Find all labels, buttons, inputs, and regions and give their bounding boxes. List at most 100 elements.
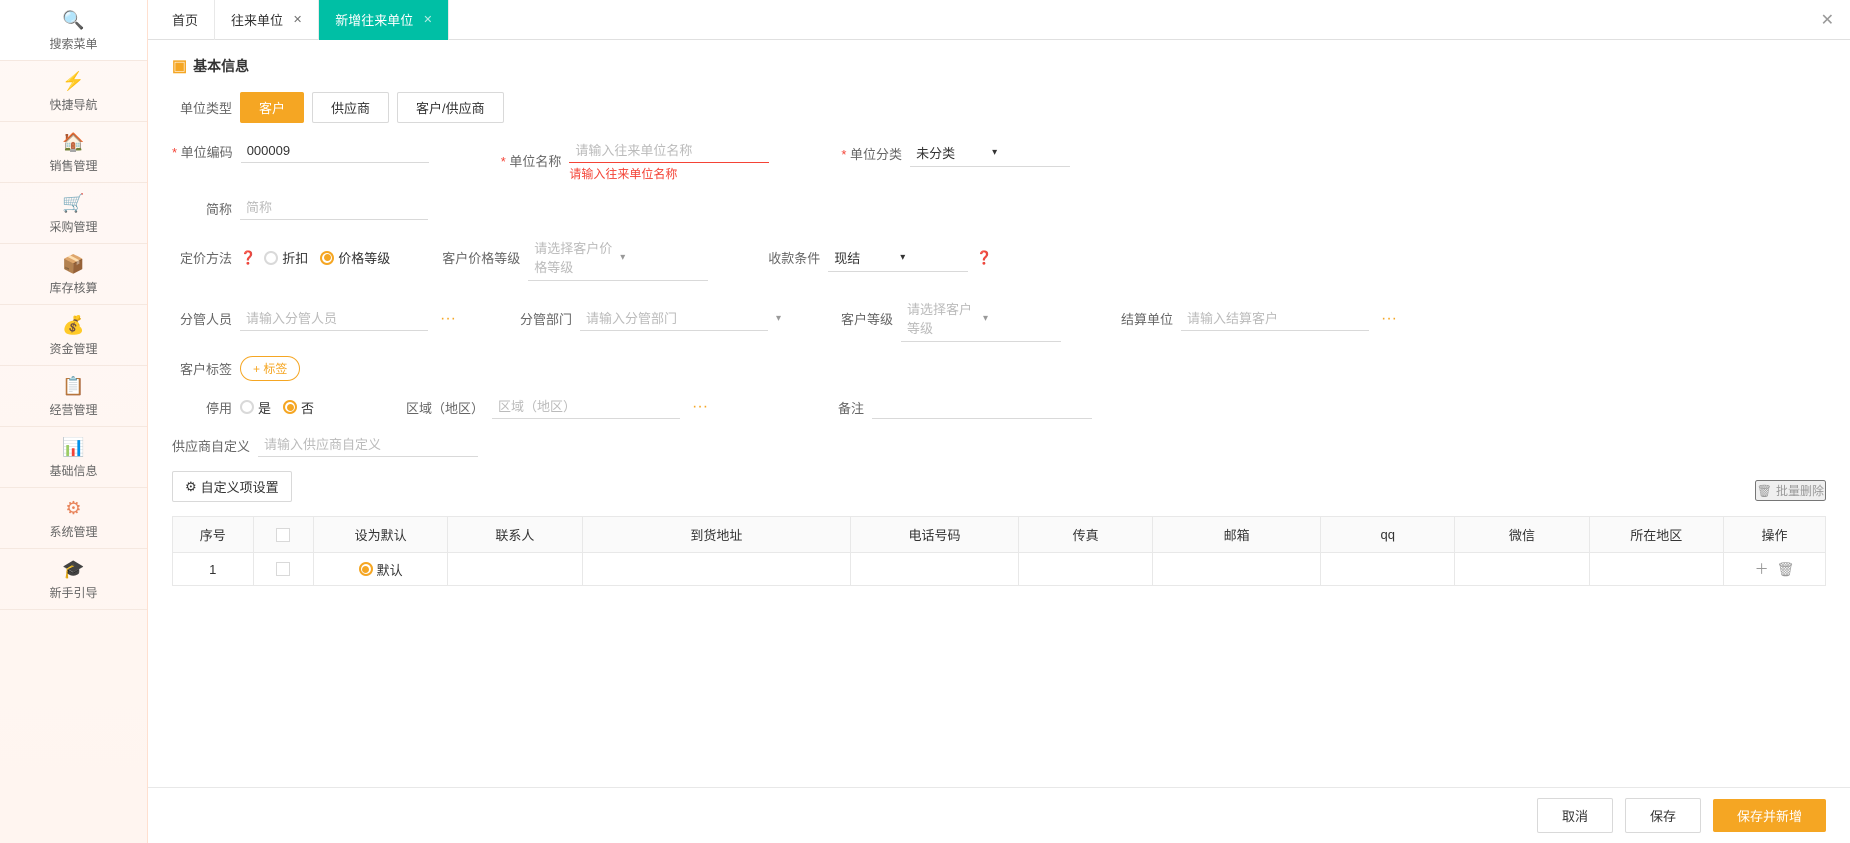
- radio-price-level[interactable]: 价格等级: [320, 248, 390, 267]
- settlement-unit-input[interactable]: [1181, 307, 1369, 331]
- main-area: 首页 往来单位 ✕ 新增往来单位 ✕ ✕ ▣ 基本信息 单位类型 客户 供应商 …: [148, 0, 1850, 843]
- sidebar-item-basic[interactable]: 📊 基础信息: [0, 427, 147, 488]
- settlement-unit-more-btn[interactable]: ···: [1377, 310, 1401, 328]
- cancel-button[interactable]: 取消: [1537, 798, 1613, 833]
- sidebar-label-basic: 基础信息: [49, 462, 97, 479]
- tab-home[interactable]: 首页: [156, 0, 215, 40]
- operation-icon: 📋: [62, 376, 84, 397]
- tab-partner-list-close[interactable]: ✕: [293, 13, 302, 26]
- short-name-input[interactable]: [240, 196, 428, 220]
- row-add-btn[interactable]: ＋: [1755, 559, 1769, 579]
- row-phone[interactable]: [851, 553, 1019, 586]
- tab-new-partner-close[interactable]: ✕: [423, 13, 432, 26]
- area-more-btn[interactable]: ···: [688, 398, 712, 416]
- sidebar-item-sales[interactable]: 🏠 销售管理: [0, 122, 147, 183]
- field-area: 区域（地区） ···: [406, 395, 712, 419]
- customer-tag-label: 客户标签: [172, 359, 232, 378]
- row-qq[interactable]: [1321, 553, 1455, 586]
- field-group-row5: 客户标签 + 标签: [172, 356, 1826, 381]
- field-group-row1: 单位编码 单位名称 请输入往来单位名称 单位分类 未分类 ▾: [172, 139, 1826, 182]
- manager-more-btn[interactable]: ···: [436, 310, 460, 328]
- field-group-row2: 简称: [172, 196, 1826, 220]
- remark-input[interactable]: [872, 395, 1092, 419]
- radio-disabled-no-label: 否: [301, 398, 314, 417]
- customer-price-level-select[interactable]: 请选择客户价格等级 ▾: [528, 234, 708, 281]
- tab-new-partner[interactable]: 新增往来单位 ✕: [319, 0, 449, 40]
- custom-settings-button[interactable]: ⚙ 自定义项设置: [172, 471, 292, 502]
- row-check: [253, 553, 313, 586]
- row-contact-input[interactable]: [458, 562, 571, 577]
- col-default-header: 设为默认: [313, 517, 447, 553]
- batch-delete-button[interactable]: 🗑 批量删除: [1755, 480, 1826, 501]
- row-checkbox[interactable]: [276, 562, 290, 576]
- department-input[interactable]: [580, 307, 768, 331]
- unit-type-both[interactable]: 客户/供应商: [397, 92, 504, 123]
- radio-discount[interactable]: 折扣: [264, 248, 308, 267]
- radio-disabled-no[interactable]: 否: [283, 398, 314, 417]
- pricing-question-icon[interactable]: ❓: [240, 250, 256, 266]
- sidebar-label-sales: 销售管理: [49, 157, 97, 174]
- row-wechat[interactable]: [1455, 553, 1589, 586]
- save-new-button[interactable]: 保存并新增: [1713, 799, 1826, 832]
- short-name-label: 简称: [172, 199, 232, 218]
- row-delete-btn[interactable]: 🗑: [1777, 561, 1795, 578]
- row-address-input[interactable]: [593, 562, 841, 577]
- save-button[interactable]: 保存: [1625, 798, 1701, 833]
- sidebar-item-newbie[interactable]: 🎓 新手引导: [0, 549, 147, 610]
- unit-category-value: 未分类: [916, 143, 988, 162]
- manager-input[interactable]: [240, 307, 428, 331]
- batch-delete-label: 批量删除: [1776, 482, 1824, 499]
- unit-name-input[interactable]: [569, 139, 769, 163]
- select-all-checkbox[interactable]: [276, 528, 290, 542]
- disabled-label: 停用: [172, 398, 232, 417]
- row-region-input[interactable]: [1600, 562, 1713, 577]
- area-input[interactable]: [492, 395, 680, 419]
- row-region[interactable]: [1589, 553, 1723, 586]
- supplier-custom-input[interactable]: [258, 433, 478, 457]
- sidebar-item-purchase[interactable]: 🛒 采购管理: [0, 183, 147, 244]
- radio-disabled-yes-circle: [240, 400, 254, 414]
- bottom-bar: 取消 保存 保存并新增: [148, 787, 1850, 843]
- payment-terms-select[interactable]: 现结 ▾: [828, 244, 968, 272]
- tab-partner-list[interactable]: 往来单位 ✕: [215, 0, 319, 40]
- unit-type-customer[interactable]: 客户: [240, 92, 304, 123]
- sidebar-item-system[interactable]: ⚙ 系统管理: [0, 488, 147, 549]
- row-fax[interactable]: [1018, 553, 1152, 586]
- tab-new-partner-label: 新增往来单位: [335, 10, 413, 29]
- row-wechat-input[interactable]: [1465, 562, 1578, 577]
- row-default-radio[interactable]: 默认: [359, 560, 403, 579]
- table-body: 1 默认: [173, 553, 1826, 586]
- close-all-tabs[interactable]: ✕: [1813, 10, 1842, 30]
- row-email[interactable]: [1153, 553, 1321, 586]
- unit-category-select[interactable]: 未分类 ▾: [910, 139, 1070, 167]
- col-phone-header: 电话号码: [851, 517, 1019, 553]
- add-tag-button[interactable]: + 标签: [240, 356, 300, 381]
- row-contact[interactable]: [448, 553, 582, 586]
- tab-bar: 首页 往来单位 ✕ 新增往来单位 ✕ ✕: [148, 0, 1850, 40]
- unit-code-input[interactable]: [241, 139, 429, 163]
- sidebar-label-purchase: 采购管理: [49, 218, 97, 235]
- field-disabled: 停用 是 否: [172, 398, 314, 417]
- field-unit-name: 单位名称 请输入往来单位名称: [501, 139, 770, 182]
- sidebar-label-system: 系统管理: [49, 523, 97, 540]
- sidebar-item-operation[interactable]: 📋 经营管理: [0, 366, 147, 427]
- row-email-input[interactable]: [1163, 562, 1310, 577]
- row-phone-input[interactable]: [861, 562, 1008, 577]
- sidebar-item-quicknav[interactable]: ⚡ 快捷导航: [0, 61, 147, 122]
- sidebar-item-finance[interactable]: 💰 资金管理: [0, 305, 147, 366]
- section-title: ▣ 基本信息: [172, 56, 1826, 76]
- table-header: 序号 设为默认 联系人 到货地址 电话号码 传真 邮箱 qq: [173, 517, 1826, 553]
- field-customer-level: 客户等级 请选择客户等级 ▾: [833, 295, 1061, 342]
- field-group-row6: 停用 是 否 区域（地区） ··· 备注: [172, 395, 1826, 419]
- payment-terms-question-icon[interactable]: ❓: [976, 250, 992, 266]
- col-address-header: 到货地址: [582, 517, 851, 553]
- row-fax-input[interactable]: [1029, 562, 1142, 577]
- field-manager: 分管人员 ···: [172, 307, 460, 331]
- sidebar-item-inventory[interactable]: 📦 库存核算: [0, 244, 147, 305]
- customer-level-select[interactable]: 请选择客户等级 ▾: [901, 295, 1061, 342]
- radio-disabled-yes[interactable]: 是: [240, 398, 271, 417]
- unit-type-supplier[interactable]: 供应商: [312, 92, 389, 123]
- row-qq-input[interactable]: [1331, 562, 1444, 577]
- sidebar-item-search[interactable]: 🔍 搜索菜单: [0, 0, 147, 61]
- row-address[interactable]: [582, 553, 851, 586]
